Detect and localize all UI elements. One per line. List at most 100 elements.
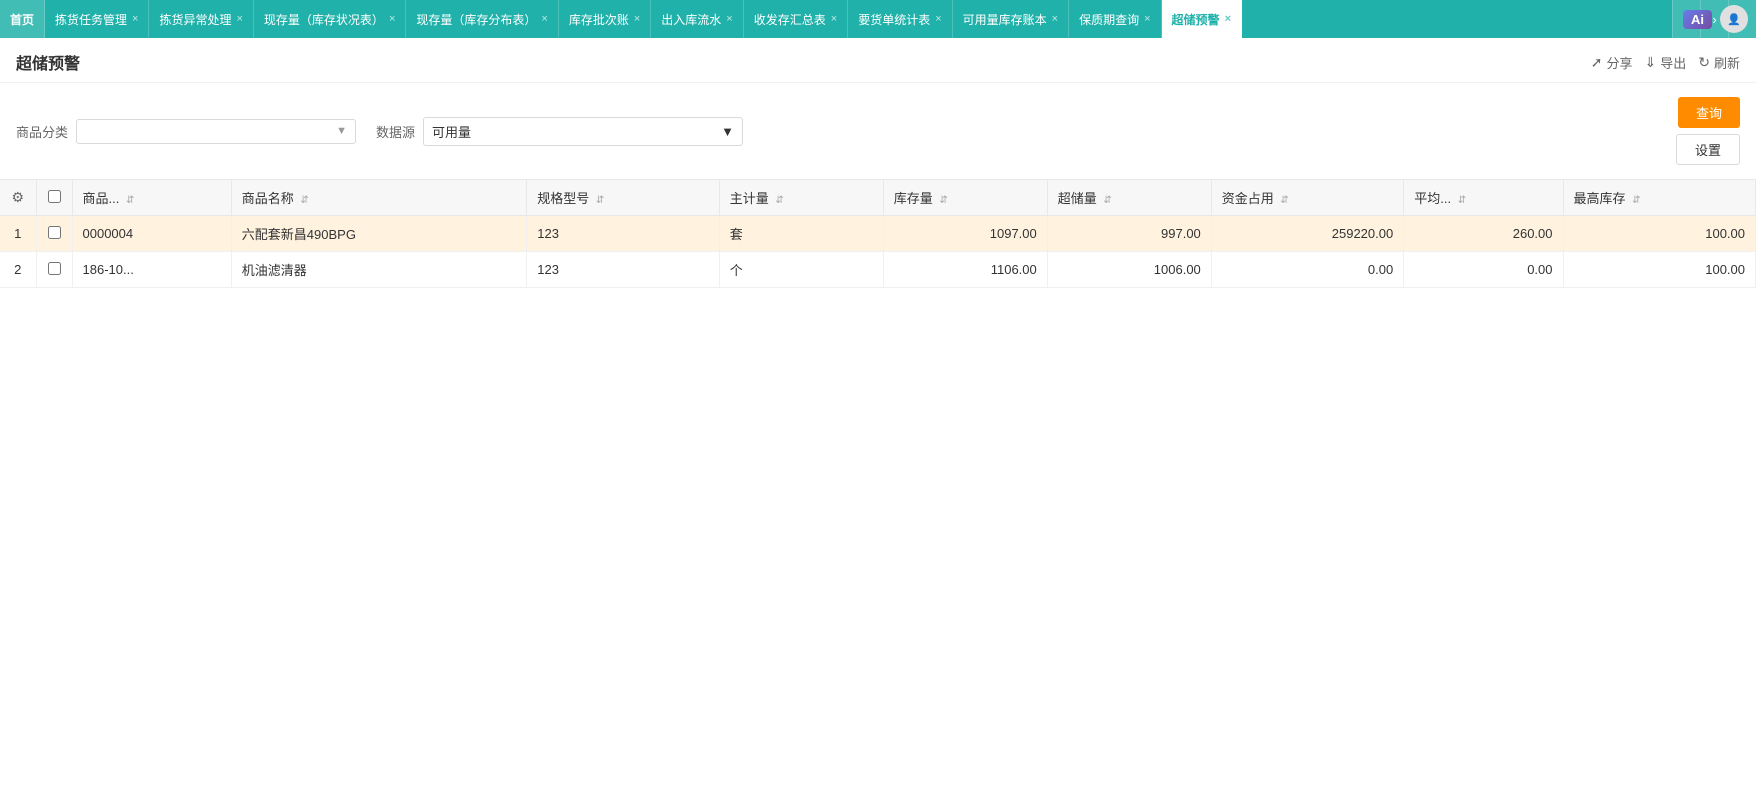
table-body: 1 0000004 六配套新昌490BPG 123 套 1097.00 997.… [0, 216, 1756, 288]
nav-tab-close-3[interactable]: × [389, 13, 395, 25]
row-checkbox-1[interactable] [48, 262, 61, 275]
data-table: ⚙ 商品... ⇵ 商品名称 ⇵ 规格型号 ⇵ [0, 179, 1756, 288]
top-nav: 首页 拣货任务管理 × 拣货异常处理 × 现存量（库存状况表） × 现存量（库存… [0, 0, 1756, 38]
nav-tab-close-8[interactable]: × [935, 13, 941, 25]
th-stock[interactable]: 库存量 ⇵ [883, 180, 1047, 216]
td-product-code-1: 186-10... [72, 252, 231, 288]
th-gear[interactable]: ⚙ [0, 180, 36, 216]
th-spec-label: 规格型号 [537, 191, 589, 206]
nav-tab-close-10[interactable]: × [1144, 13, 1150, 25]
page-title: 超储预警 [16, 50, 80, 74]
td-spec-1: 123 [527, 252, 719, 288]
sort-icon-unit: ⇵ [775, 195, 783, 206]
nav-tab-close-4[interactable]: × [541, 13, 547, 25]
datasource-select[interactable]: 可用量 ▼ [423, 117, 743, 146]
nav-tab-close-5[interactable]: × [634, 13, 640, 25]
row-checkbox-0[interactable] [48, 226, 61, 239]
nav-tab-4[interactable]: 现存量（库存分布表） × [406, 0, 558, 38]
nav-tab-home[interactable]: 首页 [0, 0, 45, 38]
datasource-select-text: 可用量 [432, 122, 471, 141]
datasource-label: 数据源 [376, 122, 415, 141]
nav-tab-8[interactable]: 要货单统计表 × [848, 0, 952, 38]
nav-tab-close-2[interactable]: × [236, 13, 242, 25]
th-avg[interactable]: 平均... ⇵ [1404, 180, 1563, 216]
nav-tab-close-9[interactable]: × [1052, 13, 1058, 25]
user-avatar[interactable]: 👤 [1720, 5, 1748, 33]
nav-tab-close-1[interactable]: × [132, 13, 138, 25]
sort-icon-max-stock: ⇵ [1632, 195, 1640, 206]
sort-icon-capital: ⇵ [1280, 195, 1288, 206]
filter-category-item: 商品分类 ▼ [16, 119, 356, 144]
nav-tab-5[interactable]: 库存批次账 × [559, 0, 651, 38]
nav-tab-6[interactable]: 出入库流水 × [651, 0, 743, 38]
user-avatar-icon: 👤 [1727, 13, 1741, 26]
datasource-chevron-icon: ▼ [721, 124, 734, 139]
sort-icon-over-stock: ⇵ [1103, 195, 1111, 206]
td-avg-1: 0.00 [1404, 252, 1563, 288]
th-checkbox[interactable] [36, 180, 72, 216]
sort-icon-product-code: ⇵ [126, 195, 134, 206]
td-index-0: 1 [0, 216, 36, 252]
nav-tab-7[interactable]: 收发存汇总表 × [744, 0, 848, 38]
sort-icon-product-name: ⇵ [300, 195, 308, 206]
td-product-name-0: 六配套新昌490BPG [231, 216, 526, 252]
category-select[interactable]: ▼ [76, 119, 356, 144]
th-unit[interactable]: 主计量 ⇵ [719, 180, 883, 216]
nav-tab-3[interactable]: 现存量（库存状况表） × [254, 0, 406, 38]
td-unit-0: 套 [719, 216, 883, 252]
share-label: 分享 [1606, 53, 1632, 72]
query-button[interactable]: 查询 [1678, 97, 1740, 128]
td-checkbox-0[interactable] [36, 216, 72, 252]
nav-tab-label-6: 出入库流水 [661, 11, 721, 28]
nav-tab-label-11: 超储预警 [1172, 11, 1220, 28]
td-product-name-1: 机油滤清器 [231, 252, 526, 288]
nav-tab-2[interactable]: 拣货异常处理 × [149, 0, 253, 38]
export-label: 导出 [1660, 53, 1686, 72]
th-over-stock[interactable]: 超储量 ⇵ [1047, 180, 1211, 216]
th-product-code-label: 商品... [83, 191, 120, 206]
gear-settings-icon[interactable]: ⚙ [11, 189, 24, 205]
refresh-label: 刷新 [1714, 53, 1740, 72]
nav-home-label: 首页 [10, 11, 34, 28]
nav-tab-close-6[interactable]: × [726, 13, 732, 25]
category-select-text [85, 124, 89, 139]
nav-tab-11[interactable]: 超储预警 × [1162, 0, 1242, 38]
nav-tab-1[interactable]: 拣货任务管理 × [45, 0, 149, 38]
sort-icon-spec: ⇵ [596, 195, 604, 206]
th-unit-label: 主计量 [730, 191, 769, 206]
nav-tab-close-7[interactable]: × [831, 13, 837, 25]
nav-tab-10[interactable]: 保质期查询 × [1069, 0, 1161, 38]
td-checkbox-1[interactable] [36, 252, 72, 288]
th-avg-label: 平均... [1414, 191, 1451, 206]
ai-badge[interactable]: Ai [1683, 10, 1712, 29]
page-header: 超储预警 ➚ 分享 ⇓ 导出 ↻ 刷新 [0, 38, 1756, 83]
export-button[interactable]: ⇓ 导出 [1645, 53, 1687, 72]
th-capital[interactable]: 资金占用 ⇵ [1211, 180, 1403, 216]
page-content: 超储预警 ➚ 分享 ⇓ 导出 ↻ 刷新 商品分类 ▼ 数据源 [0, 38, 1756, 800]
nav-tab-label-3: 现存量（库存状况表） [264, 11, 384, 28]
refresh-icon: ↻ [1698, 54, 1710, 71]
th-max-stock[interactable]: 最高库存 ⇵ [1563, 180, 1756, 216]
nav-tab-9[interactable]: 可用量库存账本 × [953, 0, 1069, 38]
select-all-checkbox[interactable] [48, 190, 61, 203]
th-spec[interactable]: 规格型号 ⇵ [527, 180, 719, 216]
category-chevron-icon: ▼ [336, 125, 347, 137]
nav-tab-label-2: 拣货异常处理 [159, 11, 231, 28]
td-capital-1: 0.00 [1211, 252, 1403, 288]
th-product-code[interactable]: 商品... ⇵ [72, 180, 231, 216]
th-capital-label: 资金占用 [1222, 191, 1274, 206]
filter-buttons: 查询 设置 [1676, 97, 1740, 165]
category-label: 商品分类 [16, 122, 68, 141]
settings-button[interactable]: 设置 [1676, 134, 1740, 165]
td-over-stock-1: 1006.00 [1047, 252, 1211, 288]
share-button[interactable]: ➚ 分享 [1591, 53, 1633, 72]
nav-tab-close-11[interactable]: × [1225, 13, 1231, 25]
td-capital-0: 259220.00 [1211, 216, 1403, 252]
refresh-button[interactable]: ↻ 刷新 [1698, 53, 1740, 72]
td-over-stock-0: 997.00 [1047, 216, 1211, 252]
sort-icon-stock: ⇵ [939, 195, 947, 206]
td-stock-0: 1097.00 [883, 216, 1047, 252]
nav-tab-label-7: 收发存汇总表 [754, 11, 826, 28]
nav-tab-label-4: 现存量（库存分布表） [416, 11, 536, 28]
th-product-name[interactable]: 商品名称 ⇵ [231, 180, 526, 216]
